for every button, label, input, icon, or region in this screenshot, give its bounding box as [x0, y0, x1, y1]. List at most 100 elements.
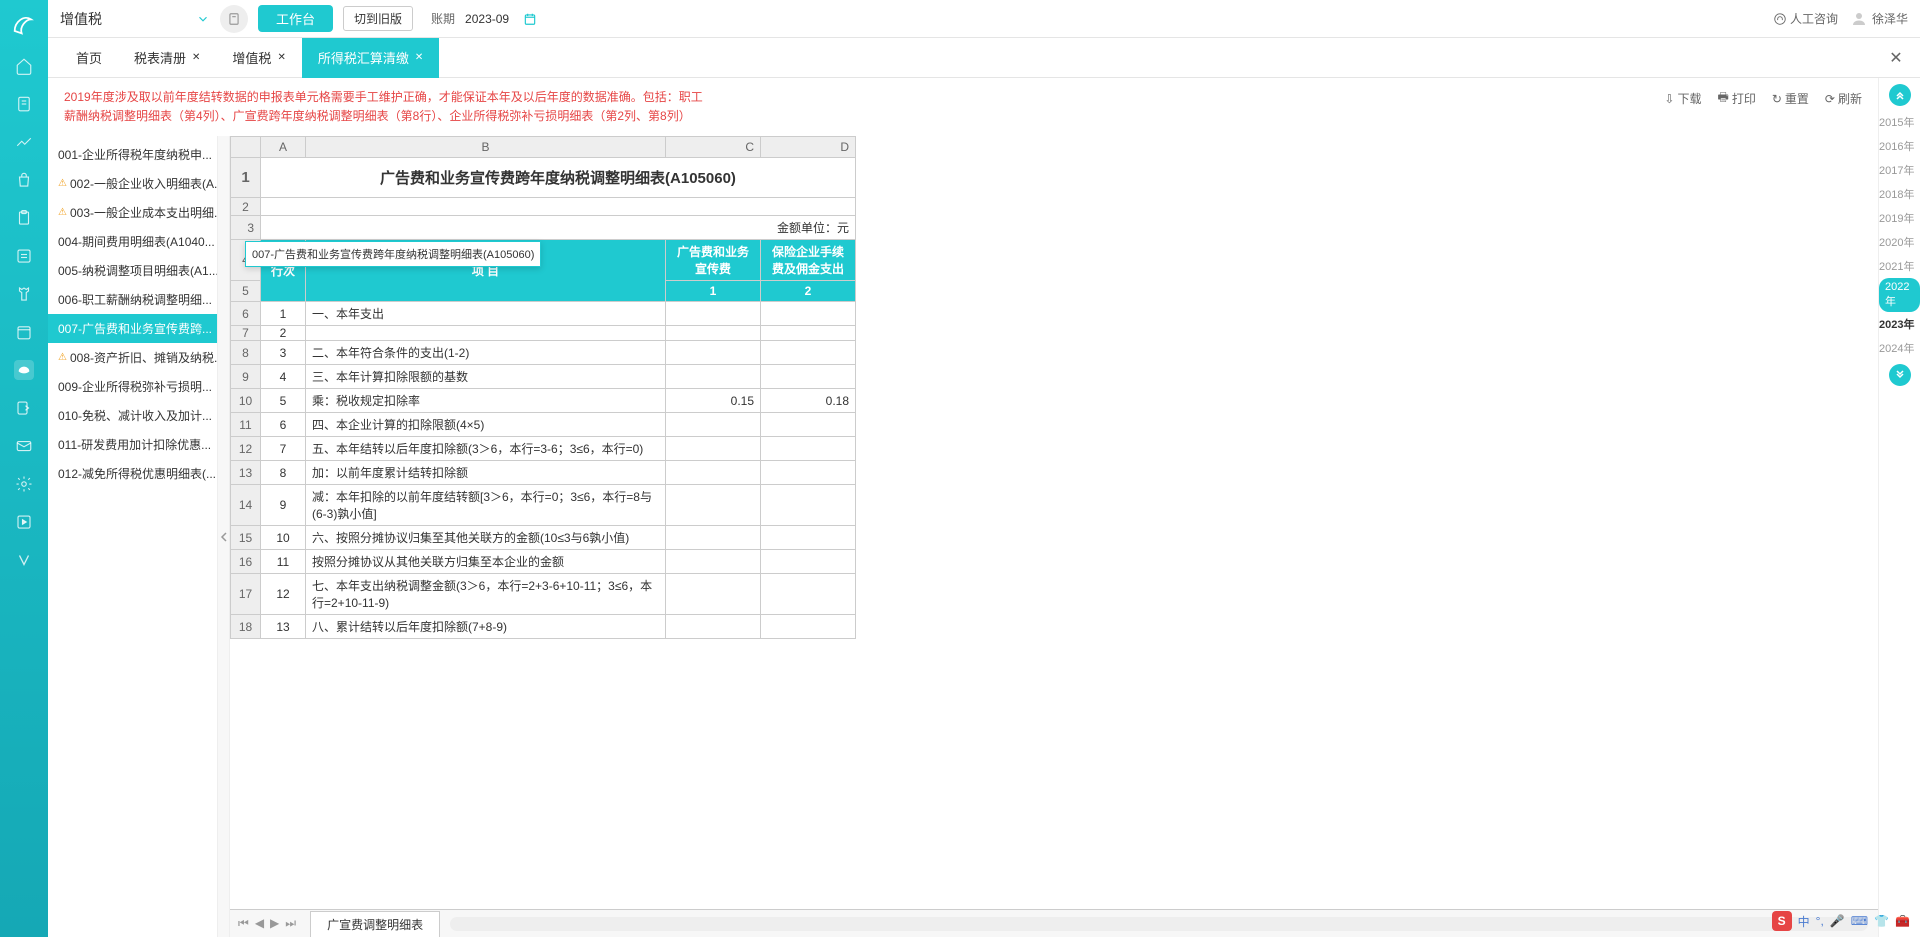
- header-col2[interactable]: 保险企业手续费及佣金支出: [761, 240, 856, 281]
- row-header[interactable]: 14: [231, 485, 261, 526]
- row-header[interactable]: 16: [231, 550, 261, 574]
- cell-value-d[interactable]: [761, 437, 856, 461]
- nav-chart-icon[interactable]: [14, 132, 34, 152]
- nav-doc-icon[interactable]: [14, 94, 34, 114]
- nav-active-icon[interactable]: [14, 360, 34, 380]
- sheet-nav-next[interactable]: ▶: [268, 916, 281, 931]
- workbench-button[interactable]: 工作台: [258, 5, 333, 32]
- cell-value-c[interactable]: [666, 485, 761, 526]
- tab-home[interactable]: 首页: [60, 38, 118, 78]
- cell-value-d[interactable]: [761, 526, 856, 550]
- form-list-item[interactable]: 004-期间费用明细表(A1040...: [48, 227, 217, 256]
- row-header[interactable]: 13: [231, 461, 261, 485]
- nav-home-icon[interactable]: [14, 56, 34, 76]
- print-button[interactable]: 🖶 打印: [1718, 88, 1756, 109]
- period-value[interactable]: 2023-09: [465, 12, 509, 26]
- cell-value-d[interactable]: [761, 302, 856, 326]
- horizontal-scrollbar[interactable]: [450, 917, 1868, 931]
- form-list-item[interactable]: 012-减免所得税优惠明细表(...: [48, 459, 217, 488]
- cell-seq[interactable]: 11: [261, 550, 306, 574]
- download-button[interactable]: ⇩ 下载: [1664, 88, 1701, 109]
- row-header[interactable]: 7: [231, 326, 261, 341]
- year-item[interactable]: 2019年: [1879, 206, 1920, 230]
- row-header[interactable]: 9: [231, 365, 261, 389]
- cell-seq[interactable]: 8: [261, 461, 306, 485]
- nav-tshirt-icon[interactable]: [14, 284, 34, 304]
- cell-seq[interactable]: 2: [261, 326, 306, 341]
- row-header[interactable]: 11: [231, 413, 261, 437]
- form-list-item[interactable]: 009-企业所得税弥补亏损明...: [48, 372, 217, 401]
- cell-value-d[interactable]: [761, 574, 856, 615]
- cell-item[interactable]: [306, 326, 666, 341]
- cell-value-c[interactable]: [666, 437, 761, 461]
- refresh-button[interactable]: ⟳ 刷新: [1825, 88, 1862, 109]
- ime-mic-icon[interactable]: 🎤: [1830, 914, 1845, 928]
- close-icon[interactable]: ✕: [192, 52, 200, 63]
- nav-report-icon[interactable]: [14, 246, 34, 266]
- reset-button[interactable]: ↻ 重置: [1772, 88, 1809, 109]
- row-header[interactable]: 8: [231, 341, 261, 365]
- tab-tax-list[interactable]: 税表清册✕: [118, 38, 216, 78]
- year-item[interactable]: 2022年: [1879, 278, 1920, 312]
- cell-value-d[interactable]: [761, 485, 856, 526]
- year-item[interactable]: 2024年: [1879, 336, 1920, 360]
- header-n2[interactable]: 2: [761, 281, 856, 302]
- year-down-button[interactable]: [1889, 364, 1911, 386]
- form-list-item[interactable]: ⚠003-一般企业成本支出明细...: [48, 198, 217, 227]
- cell-seq[interactable]: 1: [261, 302, 306, 326]
- cell-item[interactable]: 按照分摊协议从其他关联方归集至本企业的金额: [306, 550, 666, 574]
- corner-cell[interactable]: [231, 137, 261, 158]
- form-list-item[interactable]: 010-免税、减计收入及加计...: [48, 401, 217, 430]
- nav-calendar-icon[interactable]: [14, 322, 34, 342]
- header-col1[interactable]: 广告费和业务宣传费: [666, 240, 761, 281]
- cell-item[interactable]: 四、本企业计算的扣除限额(4×5): [306, 413, 666, 437]
- row-header[interactable]: 17: [231, 574, 261, 615]
- ime-keyboard-icon[interactable]: ⌨: [1851, 914, 1868, 928]
- cell-seq[interactable]: 10: [261, 526, 306, 550]
- sheet-nav-prev[interactable]: ◀: [253, 916, 266, 931]
- year-item[interactable]: 2020年: [1879, 230, 1920, 254]
- form-list-item[interactable]: ⚠008-资产折旧、摊销及纳税...: [48, 343, 217, 372]
- cell-seq[interactable]: 9: [261, 485, 306, 526]
- user-menu[interactable]: 徐泽华: [1850, 10, 1908, 28]
- ime-punct-icon[interactable]: °,: [1816, 914, 1824, 928]
- switch-old-button[interactable]: 切到旧版: [343, 6, 413, 31]
- breadcrumb[interactable]: 增值税: [60, 9, 210, 29]
- sheet-title[interactable]: 广告费和业务宣传费跨年度纳税调整明细表(A105060): [261, 158, 856, 198]
- cell-item[interactable]: 一、本年支出: [306, 302, 666, 326]
- close-all-tabs-button[interactable]: ✕: [1884, 46, 1908, 70]
- unit-label[interactable]: 金额单位：元: [261, 216, 856, 240]
- ime-skin-icon[interactable]: 👕: [1874, 914, 1889, 928]
- row-header[interactable]: 18: [231, 615, 261, 639]
- cell-value-d[interactable]: [761, 461, 856, 485]
- cell-item[interactable]: 减：本年扣除的以前年度结转额[3＞6，本行=0；3≤6，本行=8与(6-3)孰小…: [306, 485, 666, 526]
- form-list-item[interactable]: 011-研发费用加计扣除优惠...: [48, 430, 217, 459]
- collapse-handle[interactable]: [218, 136, 230, 937]
- cell-value-d[interactable]: [761, 615, 856, 639]
- sheet-nav-first[interactable]: ⏮: [236, 916, 251, 931]
- calendar-icon[interactable]: [523, 12, 537, 26]
- cell-seq[interactable]: 4: [261, 365, 306, 389]
- nav-v-icon[interactable]: [14, 550, 34, 570]
- cell-seq[interactable]: 5: [261, 389, 306, 413]
- cell-item[interactable]: 八、累计结转以后年度扣除额(7+8-9): [306, 615, 666, 639]
- year-item[interactable]: 2017年: [1879, 158, 1920, 182]
- cell-value-c[interactable]: [666, 615, 761, 639]
- cell-seq[interactable]: 7: [261, 437, 306, 461]
- row-header[interactable]: 12: [231, 437, 261, 461]
- header-n1[interactable]: 1: [666, 281, 761, 302]
- cell-value-d[interactable]: [761, 341, 856, 365]
- ime-lang[interactable]: 中: [1798, 913, 1810, 930]
- cell-seq[interactable]: 6: [261, 413, 306, 437]
- cell-value-c[interactable]: [666, 461, 761, 485]
- nav-play-icon[interactable]: [14, 512, 34, 532]
- row-header[interactable]: 5: [231, 281, 261, 302]
- nav-bag-icon[interactable]: [14, 170, 34, 190]
- cell-item[interactable]: 加：以前年度累计结转扣除额: [306, 461, 666, 485]
- row-header[interactable]: 3: [231, 216, 261, 240]
- nav-gear-icon[interactable]: [14, 474, 34, 494]
- form-list-item[interactable]: 001-企业所得税年度纳税申...: [48, 140, 217, 169]
- col-header-b[interactable]: B: [306, 137, 666, 158]
- cell-value-c[interactable]: [666, 341, 761, 365]
- cell-value-c[interactable]: [666, 574, 761, 615]
